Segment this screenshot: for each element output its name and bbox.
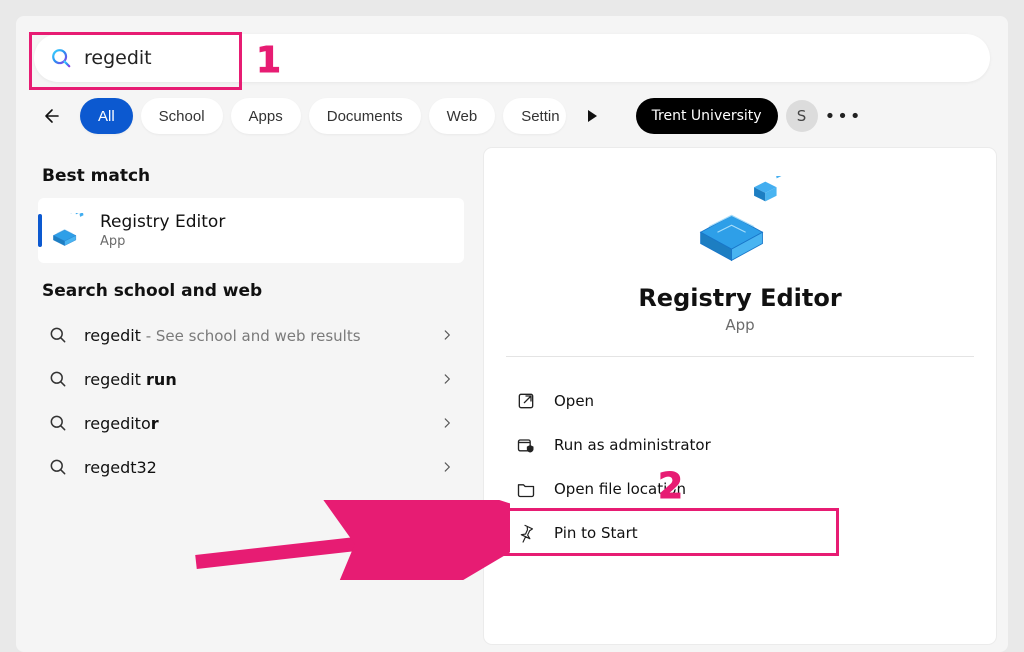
filter-all[interactable]: All <box>80 98 133 134</box>
detail-title: Registry Editor <box>638 284 841 312</box>
search-icon <box>48 325 68 345</box>
arrow-left-icon <box>38 104 62 128</box>
suggestion-label: regedt32 <box>84 458 424 477</box>
more-button[interactable]: ••• <box>826 98 862 134</box>
play-icon <box>585 109 599 123</box>
detail-panel: Registry Editor App Open Run as administ… <box>484 148 996 644</box>
action-open-file-location[interactable]: Open file location <box>504 467 976 511</box>
filter-overflow-button[interactable] <box>574 98 610 134</box>
body: Best match <box>16 148 1008 644</box>
search-window: regedit All School Apps Documents Web Se… <box>16 16 1008 652</box>
filter-row: All School Apps Documents Web Settin Tre… <box>16 82 1008 148</box>
action-label: Open <box>554 392 594 410</box>
best-match-card[interactable]: Registry Editor App <box>38 198 464 263</box>
detail-subtitle: App <box>725 316 754 334</box>
suggestion-item[interactable]: regedt32 <box>38 445 464 489</box>
suggestion-label: regedit - See school and web results <box>84 326 424 345</box>
best-match-title: Registry Editor <box>100 212 225 232</box>
action-run-as-admin[interactable]: Run as administrator <box>504 423 976 467</box>
action-open[interactable]: Open <box>504 379 976 423</box>
suggestion-item[interactable]: regeditor <box>38 401 464 445</box>
filter-apps[interactable]: Apps <box>231 98 301 134</box>
detail-header: Registry Editor App <box>504 176 976 334</box>
folder-icon <box>516 479 536 499</box>
action-label: Pin to Start <box>554 524 638 542</box>
search-bar[interactable]: regedit <box>34 34 990 82</box>
search-icon <box>48 457 68 477</box>
divider <box>506 356 974 357</box>
search-icon <box>50 47 72 69</box>
back-button[interactable] <box>34 100 66 132</box>
registry-editor-icon <box>50 213 86 249</box>
suggestion-item[interactable]: regedit run <box>38 357 464 401</box>
search-icon <box>48 369 68 389</box>
filter-documents[interactable]: Documents <box>309 98 421 134</box>
filter-settings[interactable]: Settin <box>503 98 565 134</box>
open-icon <box>516 391 536 411</box>
chevron-right-icon <box>440 416 454 430</box>
filter-school[interactable]: School <box>141 98 223 134</box>
best-match-heading: Best match <box>42 166 464 186</box>
registry-editor-icon <box>695 176 785 266</box>
suggestion-label: regedit run <box>84 370 424 389</box>
filter-web[interactable]: Web <box>429 98 496 134</box>
chevron-right-icon <box>440 328 454 342</box>
pin-icon <box>516 523 536 543</box>
search-input-value: regedit <box>84 47 152 69</box>
user-avatar[interactable]: S <box>786 100 818 132</box>
suggestion-label: regeditor <box>84 414 424 433</box>
results-column: Best match <box>16 148 476 644</box>
org-badge[interactable]: Trent University <box>636 98 778 134</box>
chevron-right-icon <box>440 372 454 386</box>
best-match-subtitle: App <box>100 234 225 249</box>
run-as-admin-icon <box>516 435 536 455</box>
action-label: Open file location <box>554 480 686 498</box>
action-pin-to-start[interactable]: Pin to Start <box>504 511 976 555</box>
search-icon <box>48 413 68 433</box>
suggestion-item[interactable]: regedit - See school and web results <box>38 313 464 357</box>
action-label: Run as administrator <box>554 436 711 454</box>
search-web-heading: Search school and web <box>42 281 464 301</box>
chevron-right-icon <box>440 460 454 474</box>
